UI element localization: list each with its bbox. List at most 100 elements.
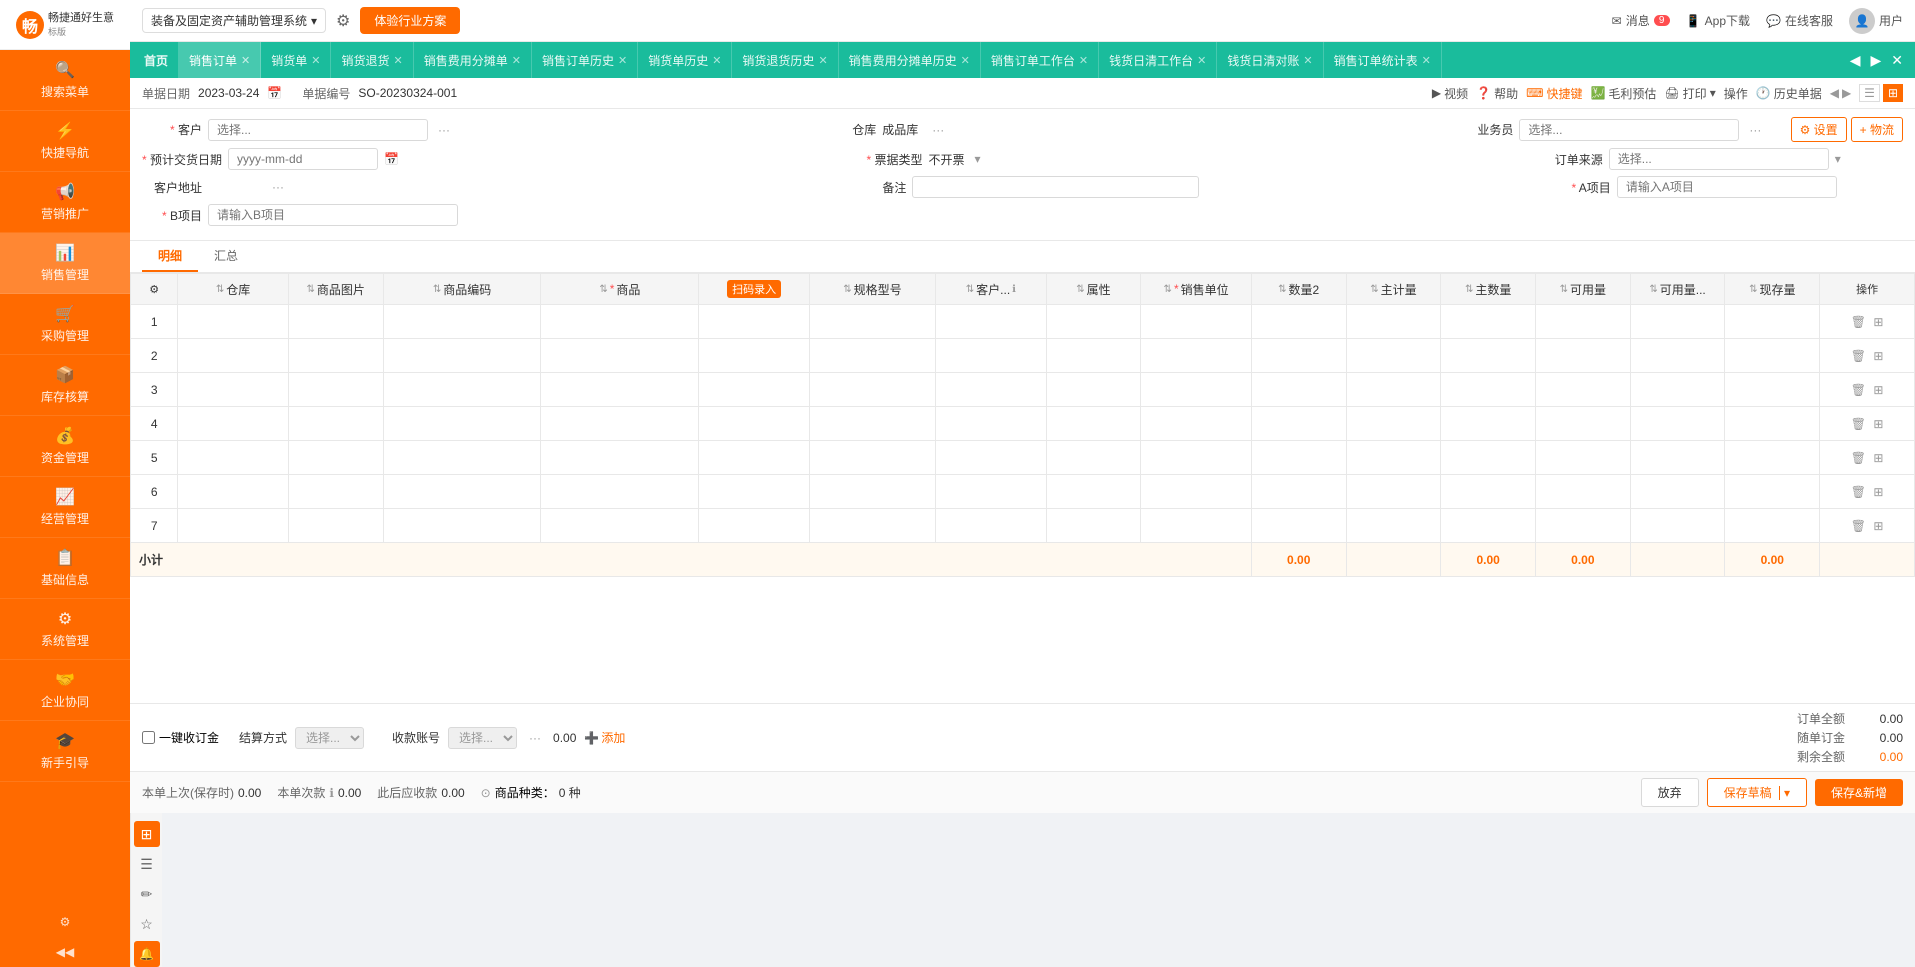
tab-summary[interactable]: 汇总 [198,241,254,272]
row-code[interactable] [383,339,541,373]
sidebar-item-system[interactable]: ⚙ 系统管理 [0,599,130,660]
row-unit[interactable] [1141,407,1252,441]
tab-fee-history[interactable]: 销售费用分摊单历史 ✕ [839,42,981,78]
save-draft-btn[interactable]: 保存草稿 ▾ [1707,778,1807,807]
warehouse-more-icon[interactable]: ··· [928,123,948,137]
row-product[interactable] [541,373,699,407]
row-code[interactable] [383,509,541,543]
tab-detail[interactable]: 明细 [142,241,198,272]
row-attr[interactable] [1046,441,1141,475]
tab-workbench[interactable]: 销售订单工作台 ✕ [981,42,1099,78]
tab-prev-arrow[interactable]: ◀ [1846,52,1865,69]
row-delete-icon[interactable]: 🗑 [1851,315,1866,329]
row-spec[interactable] [809,475,935,509]
row-qty2[interactable] [1251,441,1346,475]
row-copy-icon[interactable]: ⊞ [1873,315,1883,329]
row-unit[interactable] [1141,509,1252,543]
profit-action[interactable]: 💹 毛利预估 [1590,85,1656,102]
account-select[interactable]: 选择... [448,727,517,749]
row-copy-icon[interactable]: ⊞ [1873,417,1883,431]
right-icon-bell[interactable]: 🔔 [134,941,160,967]
row-code[interactable] [383,475,541,509]
row-customer[interactable] [936,339,1047,373]
row-main-qty[interactable] [1441,475,1536,509]
row-qty2[interactable] [1251,305,1346,339]
tab-daily-workbench[interactable]: 钱货日清工作台 ✕ [1099,42,1217,78]
sidebar-item-marketing[interactable]: 📢 营销推广 [0,172,130,233]
doc-next-icon[interactable]: ▶ [1842,86,1851,100]
tab-close-icon[interactable]: ✕ [712,54,721,67]
row-unit[interactable] [1141,373,1252,407]
tab-close-icon[interactable]: ✕ [818,54,827,67]
row-customer[interactable] [936,475,1047,509]
row-customer[interactable] [936,509,1047,543]
order-source-input[interactable] [1609,148,1829,170]
delivery-input[interactable] [228,148,378,170]
row-main-unit[interactable] [1346,407,1441,441]
right-icon-list[interactable]: ☰ [134,851,160,877]
row-spec[interactable] [809,407,935,441]
staff-more-icon[interactable]: ··· [1745,123,1765,137]
row-code[interactable] [383,305,541,339]
row-main-unit[interactable] [1346,373,1441,407]
addrow-btn[interactable]: + 物流 [1851,117,1903,142]
sidebar-item-finance[interactable]: 💰 资金管理 [0,416,130,477]
row-copy-icon[interactable]: ⊞ [1873,485,1883,499]
topbar-settings-icon[interactable]: ⚙ [336,11,350,31]
row-spec[interactable] [809,509,935,543]
invoice-dropdown-icon[interactable]: ▾ [975,152,981,166]
user-action[interactable]: 👤 用户 [1849,8,1903,34]
row-code[interactable] [383,441,541,475]
row-product[interactable] [541,441,699,475]
sidebar-item-guide[interactable]: 🎓 新手引导 [0,721,130,782]
row-attr[interactable] [1046,475,1141,509]
sidebar-item-operation[interactable]: 📈 经营管理 [0,477,130,538]
row-main-qty[interactable] [1441,441,1536,475]
sidebar-item-nav[interactable]: ⚡ 快捷导航 [0,111,130,172]
row-attr[interactable] [1046,305,1141,339]
addr-more-icon[interactable]: ··· [268,180,288,194]
tab-close-icon[interactable]: ✕ [1079,54,1088,67]
row-qty2[interactable] [1251,509,1346,543]
order-source-dropdown[interactable]: ▾ [1835,152,1841,166]
abandon-btn[interactable]: 放弃 [1641,778,1699,807]
row-delete-icon[interactable]: 🗑 [1851,383,1866,397]
right-icon-grid[interactable]: ⊞ [134,821,160,847]
tab-close-icon[interactable]: ✕ [241,54,250,67]
staff-input[interactable] [1519,119,1739,141]
video-action[interactable]: ▶ 视频 [1432,85,1468,102]
row-customer[interactable] [936,373,1047,407]
row-qty2[interactable] [1251,475,1346,509]
row-warehouse[interactable] [178,475,289,509]
one-click-checkbox[interactable]: 一键收订金 [142,729,219,746]
list-view-icon[interactable]: ☰ [1859,84,1880,102]
tab-close-icon[interactable]: ✕ [512,54,521,67]
row-spec[interactable] [809,339,935,373]
a-project-input[interactable] [1617,176,1837,198]
tab-home[interactable]: 首页 [134,42,179,78]
doc-prev-icon[interactable]: ◀ [1830,86,1839,100]
history-action[interactable]: 🕐 历史单据 [1756,85,1822,102]
row-unit[interactable] [1141,441,1252,475]
row-attr[interactable] [1046,407,1141,441]
one-click-input[interactable] [142,731,155,744]
row-main-qty[interactable] [1441,339,1536,373]
row-customer[interactable] [936,305,1047,339]
row-copy-icon[interactable]: ⊞ [1873,519,1883,533]
row-spec[interactable] [809,373,935,407]
calendar-icon[interactable]: 📅 [267,86,282,100]
row-main-unit[interactable] [1346,441,1441,475]
row-delete-icon[interactable]: 🗑 [1851,349,1866,363]
row-main-unit[interactable] [1346,509,1441,543]
row-product[interactable] [541,475,699,509]
row-copy-icon[interactable]: ⊞ [1873,383,1883,397]
row-warehouse[interactable] [178,305,289,339]
row-spec[interactable] [809,305,935,339]
tab-next-arrow[interactable]: ▶ [1866,52,1885,69]
sidebar-item-sales[interactable]: 📊 销售管理 [0,233,130,294]
row-customer[interactable] [936,407,1047,441]
row-main-unit[interactable] [1346,305,1441,339]
tab-sales-invoice[interactable]: 销货单 ✕ [261,42,331,78]
row-delete-icon[interactable]: 🗑 [1851,519,1866,533]
app-selector[interactable]: 装备及固定资产辅助管理系统 ▾ [142,8,326,33]
